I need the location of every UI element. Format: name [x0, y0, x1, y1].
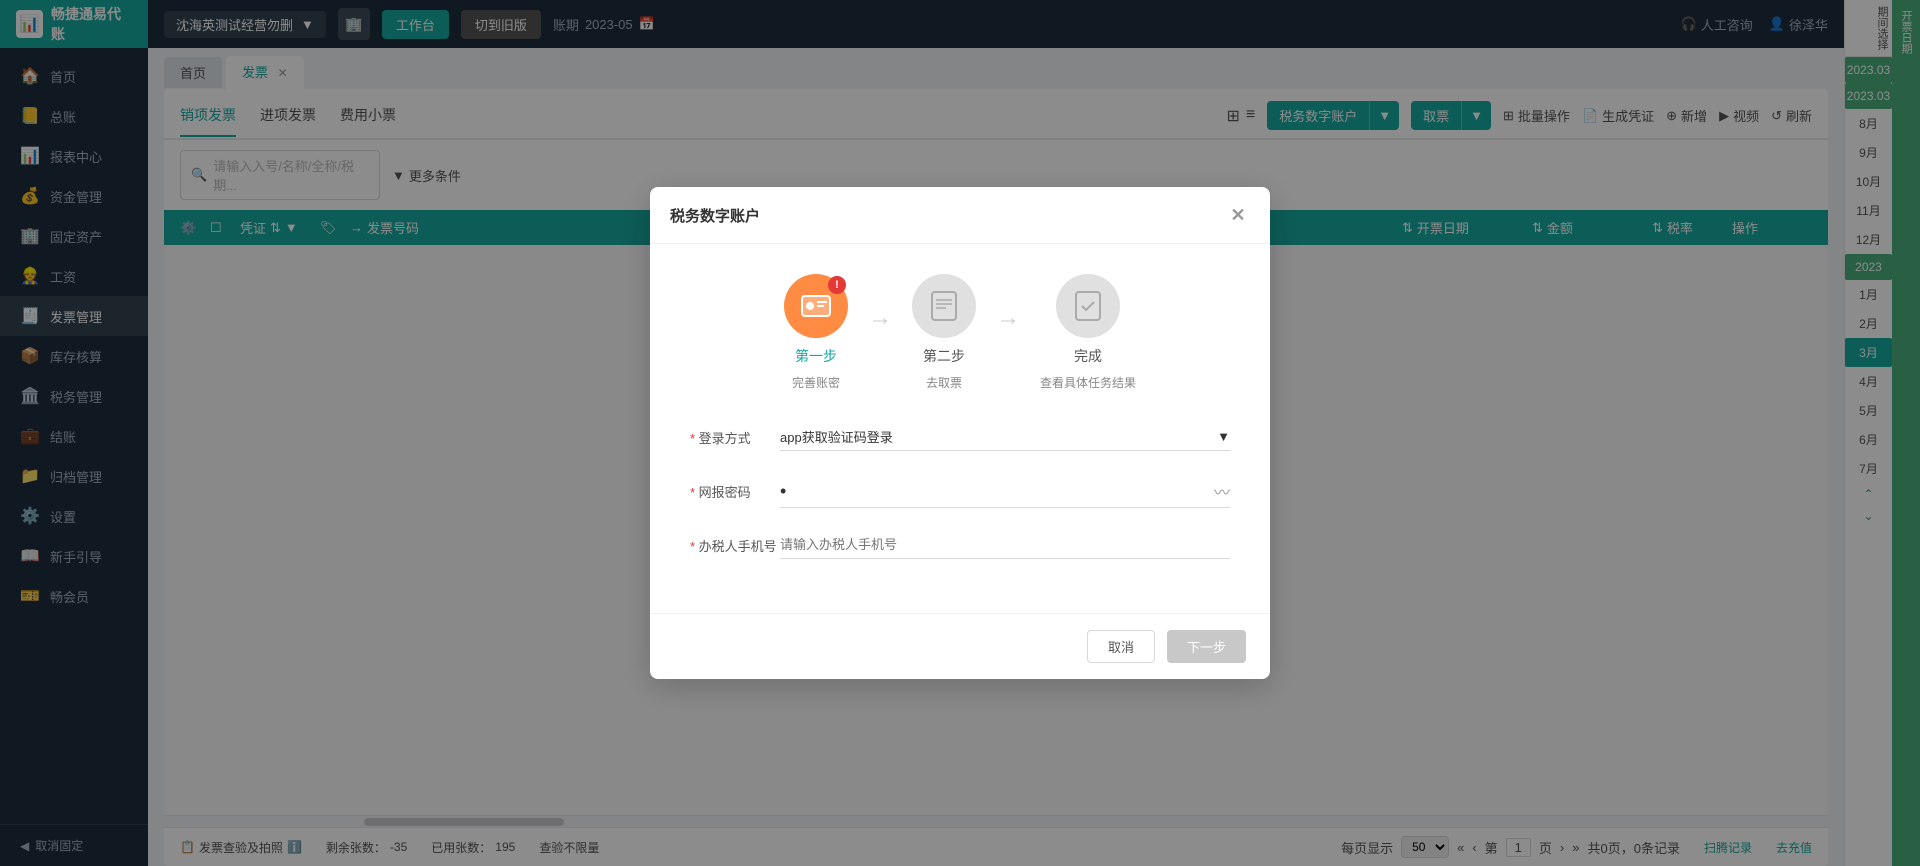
- step-arrow-2: →: [996, 304, 1020, 362]
- password-control: 〰: [780, 475, 1230, 508]
- password-label: * 网报密码: [690, 482, 780, 501]
- steps-indicator: ! 第一步 完善账密 →: [690, 274, 1230, 391]
- dialog-footer: 取消 下一步: [650, 613, 1270, 679]
- phone-field: * 办税人手机号: [690, 532, 1230, 559]
- step-1-badge: !: [828, 276, 846, 294]
- cancel-button[interactable]: 取消: [1087, 630, 1155, 663]
- tax-digital-account-dialog: 税务数字账户 ✕ !: [650, 187, 1270, 679]
- password-input-wrap: 〰: [780, 475, 1230, 508]
- step-1-icon: !: [784, 274, 848, 338]
- step-2-desc: 去取票: [926, 374, 962, 391]
- step-3-icon: [1056, 274, 1120, 338]
- required-mark: *: [690, 431, 699, 446]
- step-arrow-1: →: [868, 304, 892, 362]
- step-1: ! 第一步 完善账密: [784, 274, 848, 391]
- phone-input[interactable]: [780, 537, 1230, 552]
- login-method-label: * 登录方式: [690, 428, 780, 447]
- phone-control: [780, 532, 1230, 559]
- login-method-value: app获取验证码登录: [780, 427, 893, 446]
- step-3-name: 完成: [1074, 346, 1102, 366]
- phone-label: * 办税人手机号: [690, 536, 780, 555]
- dropdown-chevron-icon: ▼: [1217, 429, 1230, 444]
- password-input[interactable]: [780, 481, 1214, 502]
- step-1-desc: 完善账密: [792, 374, 840, 391]
- login-method-control: app获取验证码登录 ▼: [780, 423, 1230, 451]
- dialog-title: 税务数字账户: [670, 205, 760, 226]
- step-2: 第二步 去取票: [912, 274, 976, 391]
- step-2-name: 第二步: [923, 346, 965, 366]
- phone-input-wrap: [780, 532, 1230, 559]
- step-3: 完成 查看具体任务结果: [1040, 274, 1136, 391]
- dialog-close-button[interactable]: ✕: [1226, 203, 1250, 227]
- dialog-overlay[interactable]: 税务数字账户 ✕ !: [0, 0, 1920, 866]
- step-3-desc: 查看具体任务结果: [1040, 374, 1136, 391]
- required-mark2: *: [690, 485, 699, 500]
- step-2-icon: [912, 274, 976, 338]
- dialog-body: ! 第一步 完善账密 →: [650, 244, 1270, 613]
- next-button[interactable]: 下一步: [1167, 630, 1246, 663]
- login-method-select[interactable]: app获取验证码登录 ▼: [780, 423, 1230, 451]
- eye-toggle-icon[interactable]: 〰: [1214, 479, 1230, 503]
- password-field: * 网报密码 〰: [690, 475, 1230, 508]
- dialog-header: 税务数字账户 ✕: [650, 187, 1270, 244]
- required-mark3: *: [690, 539, 699, 554]
- login-method-field: * 登录方式 app获取验证码登录 ▼: [690, 423, 1230, 451]
- step-1-name: 第一步: [795, 346, 837, 366]
